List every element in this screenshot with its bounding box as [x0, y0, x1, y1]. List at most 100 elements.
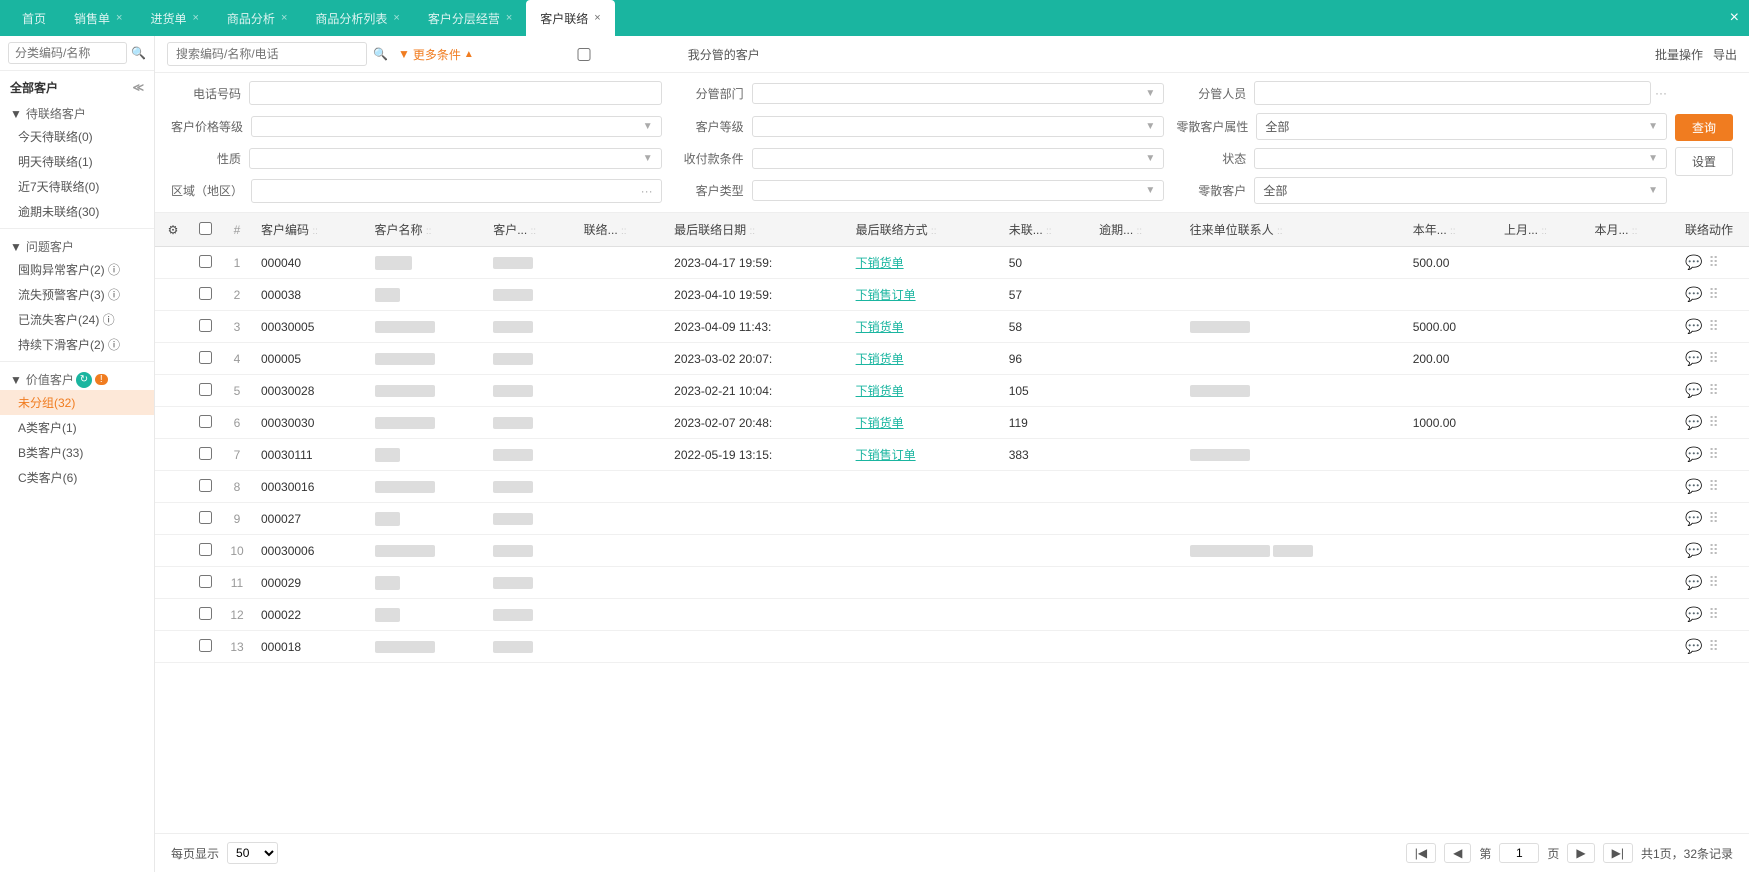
sidebar-item-declining[interactable]: 持续下滑客户(2) ⓘ	[0, 332, 154, 357]
row-check-0[interactable]	[191, 247, 219, 279]
sidebar-item-overdue[interactable]: 逾期未联络(30)	[0, 199, 154, 224]
sidebar-item-hoarding-abnormal[interactable]: 囤购异常客户(2) ⓘ	[0, 257, 154, 282]
more-filter-button[interactable]: ▼ 更多条件 ▲	[398, 46, 474, 63]
col-code-header[interactable]: 客户编码 ::	[255, 213, 369, 247]
row-grid-icon-6[interactable]: ⠿	[1708, 446, 1718, 463]
contact-method-link[interactable]: 下销货单	[856, 256, 904, 270]
contact-method-link[interactable]: 下销货单	[856, 384, 904, 398]
col-this-month-header[interactable]: 本月... ::	[1588, 213, 1679, 247]
contact-method-link[interactable]: 下销货单	[856, 416, 904, 430]
row-check-11[interactable]	[191, 599, 219, 631]
tab-home[interactable]: 首页	[8, 0, 60, 36]
query-button[interactable]: 查询	[1675, 114, 1733, 141]
row-check-12[interactable]	[191, 631, 219, 663]
filter-retail-attr-select[interactable]: 全部 ▼	[1256, 113, 1667, 140]
col-check-header[interactable]	[191, 213, 219, 247]
tab-purchase[interactable]: 进货单 ×	[136, 0, 212, 36]
row-grid-icon-0[interactable]: ⠿	[1708, 254, 1718, 271]
batch-op-button[interactable]: 批量操作	[1655, 46, 1703, 63]
row-last-method-6[interactable]: 下销售订单	[850, 439, 1003, 471]
first-page-button[interactable]: |◀	[1406, 843, 1436, 863]
filter-region-select[interactable]: ···	[251, 179, 662, 203]
tab-customer-tier-close[interactable]: ×	[506, 12, 512, 24]
row-check-5[interactable]	[191, 407, 219, 439]
col-this-year-header[interactable]: 本年... ::	[1407, 213, 1498, 247]
my-customers-checkbox[interactable]: 我分管的客户	[484, 46, 760, 63]
col-last-method-header[interactable]: 最后联络方式 ::	[850, 213, 1003, 247]
row-check-2[interactable]	[191, 311, 219, 343]
row-chat-icon-4[interactable]: 💬	[1685, 382, 1702, 399]
sidebar-item-churned[interactable]: 已流失客户(24) ⓘ	[0, 307, 154, 332]
col-type-header[interactable]: 客户... ::	[487, 213, 577, 247]
row-grid-icon-11[interactable]: ⠿	[1708, 606, 1718, 623]
row-last-method-10[interactable]	[850, 567, 1003, 599]
reset-button[interactable]: 设置	[1675, 147, 1733, 176]
filter-dept-select[interactable]: ▼	[752, 83, 1165, 104]
col-contact-header[interactable]: 联络... ::	[578, 213, 668, 247]
row-checkbox-4[interactable]	[199, 383, 212, 396]
row-chat-icon-6[interactable]: 💬	[1685, 446, 1702, 463]
row-check-7[interactable]	[191, 471, 219, 503]
group-pending-contact[interactable]: ▼ 待联络客户	[0, 100, 154, 124]
row-grid-icon-7[interactable]: ⠿	[1708, 478, 1718, 495]
row-check-6[interactable]	[191, 439, 219, 471]
row-grid-icon-2[interactable]: ⠿	[1708, 318, 1718, 335]
select-all-checkbox[interactable]	[199, 222, 212, 235]
sidebar-item-class-c[interactable]: C类客户(6)	[0, 465, 154, 490]
row-grid-icon-12[interactable]: ⠿	[1708, 638, 1718, 655]
row-chat-icon-12[interactable]: 💬	[1685, 638, 1702, 655]
contact-method-link[interactable]: 下销货单	[856, 320, 904, 334]
col-no-contact-header[interactable]: 未联... ::	[1003, 213, 1093, 247]
row-checkbox-9[interactable]	[199, 543, 212, 556]
contact-method-link[interactable]: 下销货单	[856, 352, 904, 366]
col-name-header[interactable]: 客户名称 ::	[369, 213, 488, 247]
row-check-1[interactable]	[191, 279, 219, 311]
col-last-date-header[interactable]: 最后联络日期 ::	[668, 213, 849, 247]
row-check-3[interactable]	[191, 343, 219, 375]
filter-payment-select[interactable]: ▼	[752, 148, 1165, 169]
group-problem-customers[interactable]: ▼ 问题客户	[0, 233, 154, 257]
row-chat-icon-1[interactable]: 💬	[1685, 286, 1702, 303]
row-grid-icon-5[interactable]: ⠿	[1708, 414, 1718, 431]
page-input[interactable]	[1499, 843, 1539, 863]
region-dots[interactable]: ···	[641, 184, 653, 198]
filter-phone-input[interactable]	[249, 81, 662, 105]
tab-customer-contact-close[interactable]: ×	[594, 12, 600, 24]
row-checkbox-3[interactable]	[199, 351, 212, 364]
refresh-icon[interactable]: ↻	[76, 372, 92, 388]
sidebar-item-tomorrow[interactable]: 明天待联络(1)	[0, 149, 154, 174]
contact-method-link[interactable]: 下销售订单	[856, 448, 916, 462]
filter-price-grade-select[interactable]: ▼	[251, 116, 662, 137]
tab-sales[interactable]: 销售单 ×	[60, 0, 136, 36]
tab-analysis-list[interactable]: 商品分析列表 ×	[301, 0, 413, 36]
tab-analysis[interactable]: 商品分析 ×	[213, 0, 301, 36]
tab-purchase-close[interactable]: ×	[192, 12, 198, 24]
row-checkbox-0[interactable]	[199, 255, 212, 268]
row-last-method-5[interactable]: 下销货单	[850, 407, 1003, 439]
sidebar-item-class-a[interactable]: A类客户(1)	[0, 415, 154, 440]
row-checkbox-11[interactable]	[199, 607, 212, 620]
filter-nature-select[interactable]: ▼	[249, 148, 662, 169]
row-last-method-4[interactable]: 下销货单	[850, 375, 1003, 407]
row-chat-icon-5[interactable]: 💬	[1685, 414, 1702, 431]
contact-method-link[interactable]: 下销售订单	[856, 288, 916, 302]
row-checkbox-1[interactable]	[199, 287, 212, 300]
search-input[interactable]	[167, 42, 367, 66]
filter-customer-grade-select[interactable]: ▼	[752, 116, 1165, 137]
row-last-method-7[interactable]	[850, 471, 1003, 503]
row-checkbox-2[interactable]	[199, 319, 212, 332]
row-last-method-9[interactable]	[850, 535, 1003, 567]
sidebar-search-input[interactable]	[8, 42, 127, 64]
filter-manager-dots[interactable]: ···	[1655, 86, 1667, 100]
row-grid-icon-9[interactable]: ⠿	[1708, 542, 1718, 559]
sidebar-item-ungrouped[interactable]: 未分组(32)	[0, 390, 154, 415]
row-last-method-0[interactable]: 下销货单	[850, 247, 1003, 279]
row-last-method-3[interactable]: 下销货单	[850, 343, 1003, 375]
my-customers-check[interactable]	[484, 48, 684, 61]
export-button[interactable]: 导出	[1713, 46, 1737, 63]
per-page-select[interactable]: 50 100 200	[227, 842, 278, 864]
all-customers-header[interactable]: 全部客户 ≪	[0, 71, 154, 100]
row-chat-icon-11[interactable]: 💬	[1685, 606, 1702, 623]
tab-sales-close[interactable]: ×	[116, 12, 122, 24]
row-last-method-11[interactable]	[850, 599, 1003, 631]
